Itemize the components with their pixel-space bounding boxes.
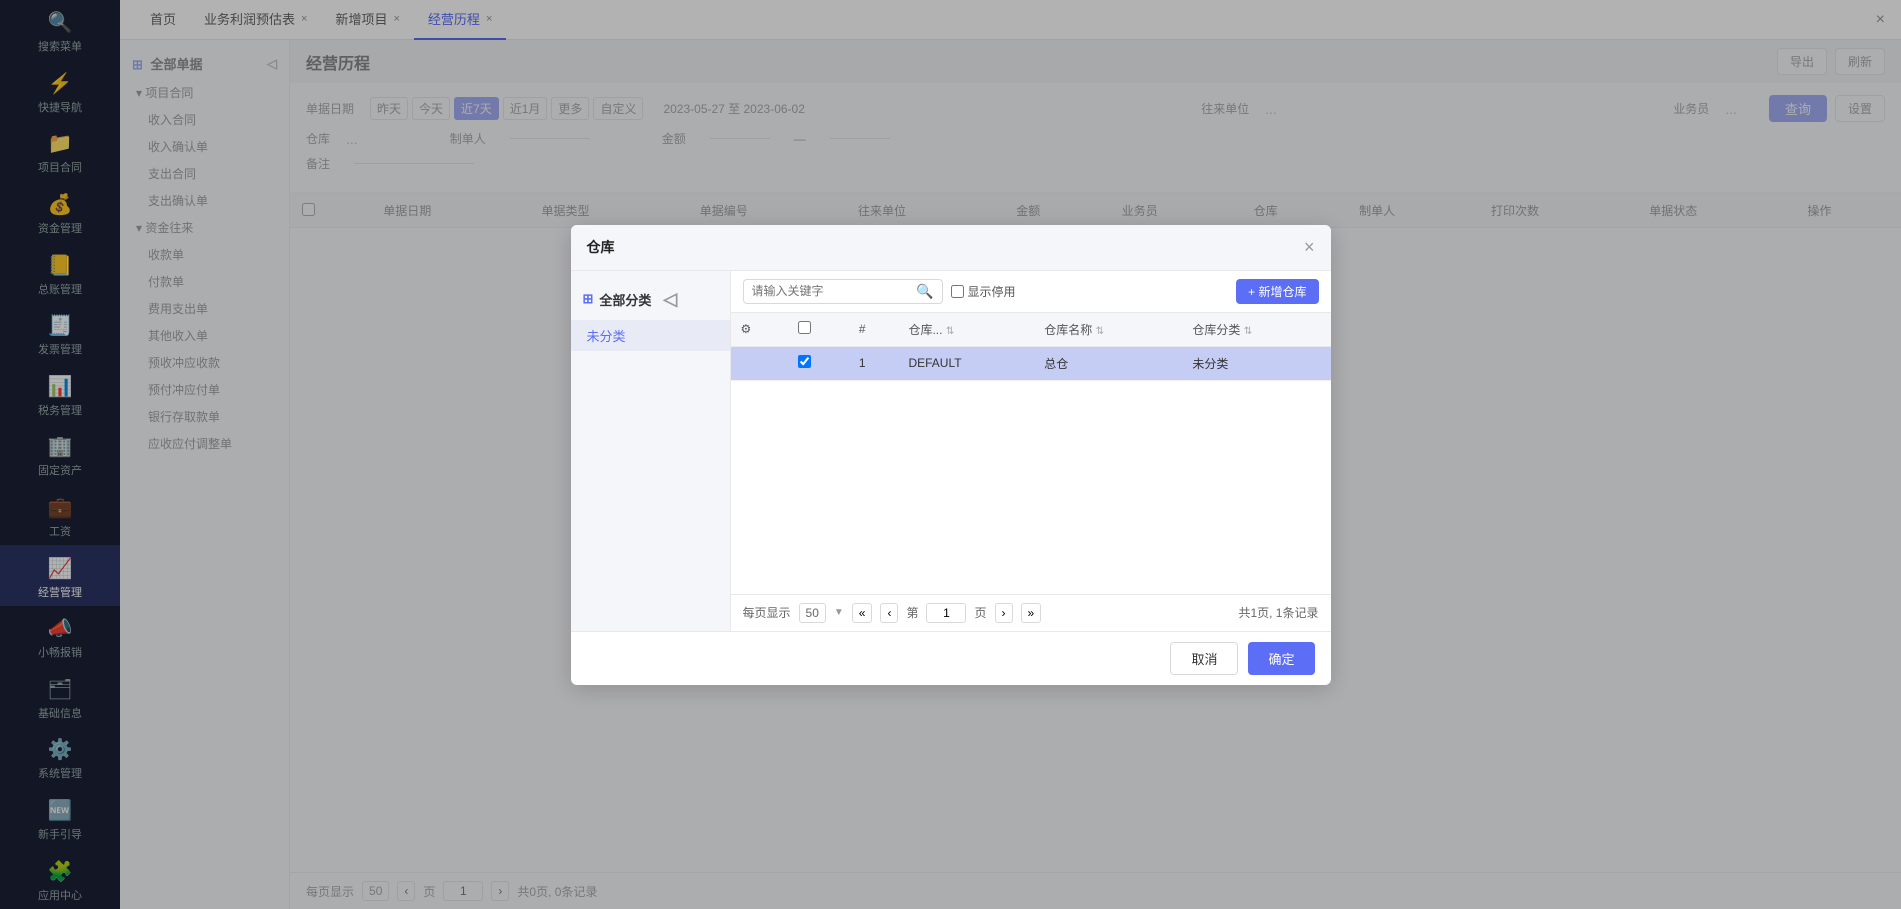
row-name: 总仓 <box>1034 346 1182 380</box>
modal-table-row[interactable]: 1 DEFAULT 总仓 未分类 <box>731 346 1331 380</box>
modal-title: 仓库 <box>587 237 615 257</box>
modal-select-arrow: ▼ <box>834 607 844 618</box>
modal-page-label: 页 <box>974 604 986 621</box>
row-select-checkbox[interactable] <box>798 355 811 368</box>
row-category: 未分类 <box>1182 346 1330 380</box>
modal-pagination: 每页显示 50 ▼ « ‹ 第 页 › » 共1页, 1条记录 <box>731 594 1331 631</box>
modal-next-btn[interactable]: › <box>995 603 1013 623</box>
grid-icon: ⊞ <box>583 291 594 307</box>
modal-prev-btn[interactable]: ‹ <box>880 603 898 623</box>
modal-table-header: ⚙ # 仓库... ⇅ 仓库名称 ⇅ <box>731 313 1331 347</box>
modal-sidebar-all-label: 全部分类 <box>599 290 651 309</box>
add-warehouse-button[interactable]: + 新增仓库 <box>1236 279 1318 304</box>
show-disabled-label[interactable]: 显示停用 <box>951 283 1016 300</box>
warehouse-modal: 仓库 × ⊞ 全部分类 ◁ 未分类 🔍 <box>571 225 1331 685</box>
modal-select-all[interactable] <box>798 321 811 334</box>
modal-per-page-value: 50 <box>799 603 826 623</box>
modal-first-btn[interactable]: « <box>852 603 873 623</box>
modal-confirm-button[interactable]: 确定 <box>1248 642 1314 675</box>
modal-per-page-label: 每页显示 <box>743 604 791 621</box>
modal-col-settings[interactable]: ⚙ <box>731 313 788 347</box>
col-code-sort-icon: ⇅ <box>946 326 954 337</box>
modal-col-code: 仓库... ⇅ <box>898 313 1034 347</box>
modal-toolbar: 🔍 显示停用 + 新增仓库 <box>731 271 1331 313</box>
modal-search-icon: 🔍 <box>916 283 933 300</box>
row-checkbox[interactable] <box>788 346 849 380</box>
modal-table-body: 1 DEFAULT 总仓 未分类 <box>731 346 1331 380</box>
show-disabled-text: 显示停用 <box>968 283 1016 300</box>
modal-page-input[interactable] <box>926 603 966 623</box>
row-num: 1 <box>849 346 899 380</box>
modal-col-num: # <box>849 313 899 347</box>
modal-sidebar-header: ⊞ 全部分类 ◁ <box>571 279 730 320</box>
modal-last-btn[interactable]: » <box>1021 603 1042 623</box>
modal-header: 仓库 × <box>571 225 1331 271</box>
modal-main: 🔍 显示停用 + 新增仓库 ⚙ <box>731 271 1331 631</box>
modal-close-btn[interactable]: × <box>1304 237 1315 258</box>
modal-table-wrap: ⚙ # 仓库... ⇅ 仓库名称 ⇅ <box>731 313 1331 594</box>
row-settings <box>731 346 788 380</box>
modal-cancel-button[interactable]: 取消 <box>1170 642 1238 675</box>
modal-body: ⊞ 全部分类 ◁ 未分类 🔍 显示停用 <box>571 271 1331 631</box>
col-category-sort-icon: ⇅ <box>1244 326 1252 337</box>
show-disabled-checkbox[interactable] <box>951 285 964 298</box>
modal-col-checkbox[interactable] <box>788 313 849 347</box>
modal-actions: 取消 确定 <box>571 631 1331 685</box>
modal-table: ⚙ # 仓库... ⇅ 仓库名称 ⇅ <box>731 313 1331 381</box>
modal-sidebar: ⊞ 全部分类 ◁ 未分类 <box>571 271 731 631</box>
modal-search-box: 🔍 <box>743 279 943 304</box>
modal-col-category: 仓库分类 ⇅ <box>1182 313 1330 347</box>
modal-overlay: 仓库 × ⊞ 全部分类 ◁ 未分类 🔍 <box>0 0 1901 909</box>
modal-sidebar-collapse-btn[interactable]: ◁ <box>651 285 689 314</box>
modal-col-name: 仓库名称 ⇅ <box>1034 313 1182 347</box>
col-name-sort-icon: ⇅ <box>1096 326 1104 337</box>
modal-search-input[interactable] <box>752 284 917 298</box>
modal-page-label-before: 第 <box>906 604 918 621</box>
modal-total-info: 共1页, 1条记录 <box>1238 604 1318 621</box>
row-code: DEFAULT <box>898 346 1034 380</box>
modal-sidebar-uncategorized[interactable]: 未分类 <box>571 320 730 351</box>
